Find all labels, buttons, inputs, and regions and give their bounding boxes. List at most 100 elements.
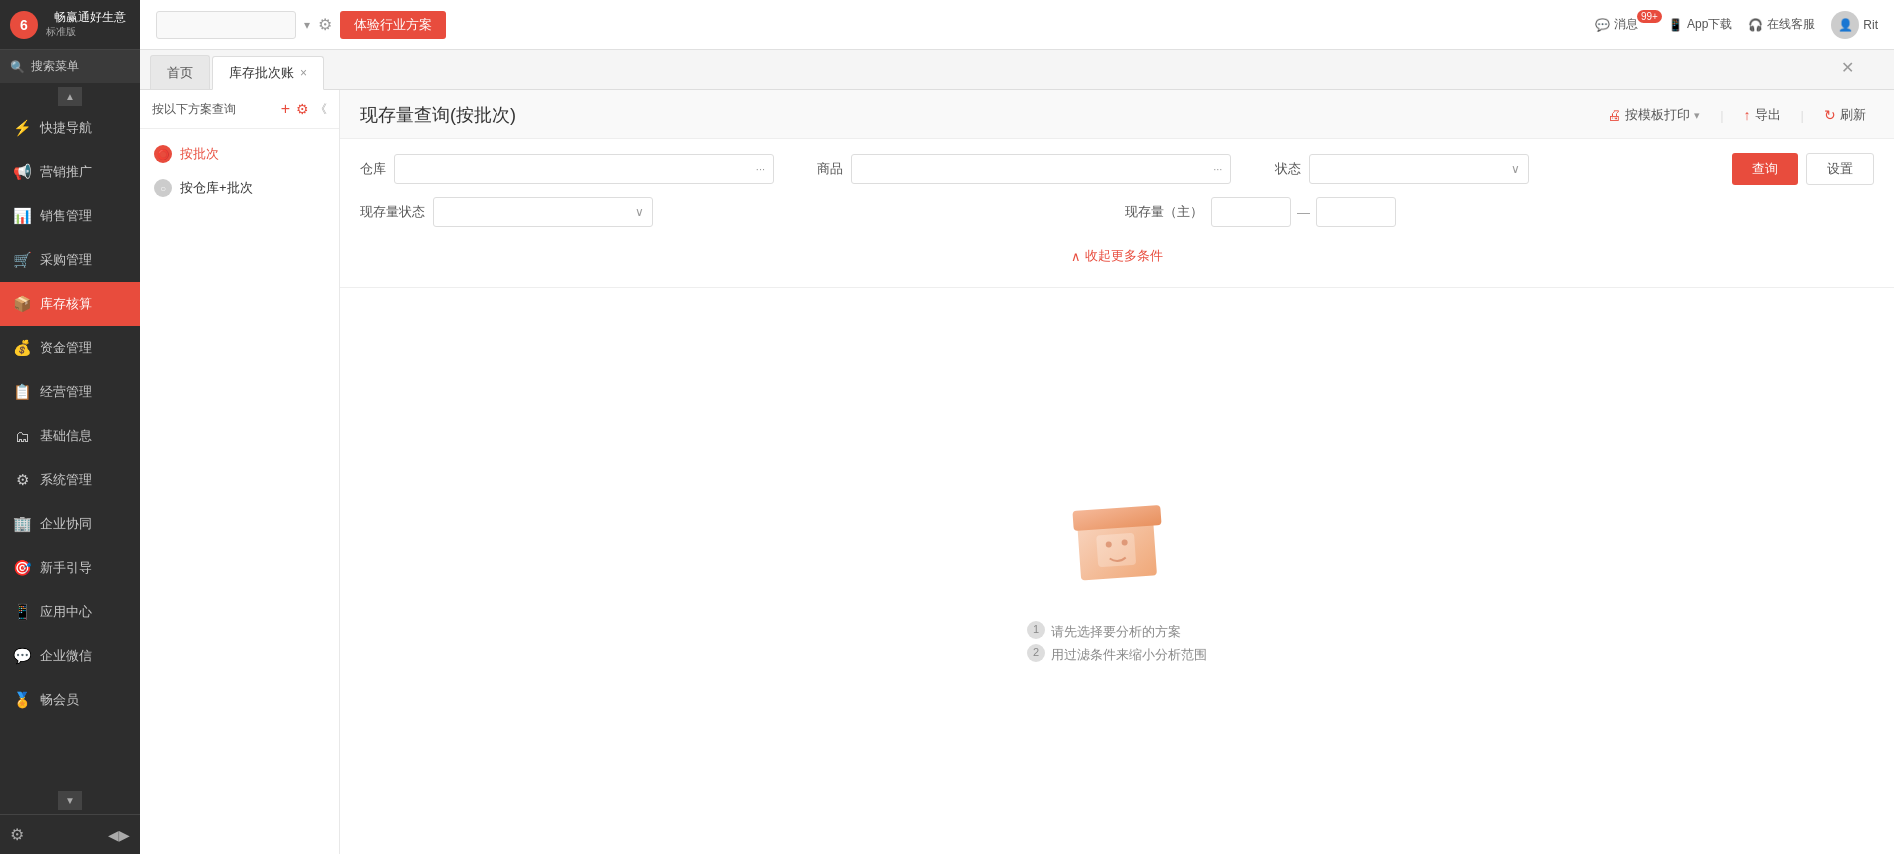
header-divider1: |	[1720, 108, 1723, 123]
stock-status-select[interactable]: ∨	[433, 197, 653, 227]
nav-label-finance: 资金管理	[40, 339, 92, 357]
messages-label: 消息	[1614, 16, 1638, 33]
warehouse-input[interactable]: ···	[394, 154, 774, 184]
sidebar-item-finance[interactable]: 💰 资金管理	[0, 326, 140, 370]
empty-svg	[1057, 476, 1177, 596]
collapse-sidebar-icon[interactable]: ◀▶	[108, 827, 130, 843]
filter-row-2: 现存量状态 ∨ 现存量（主） —	[360, 197, 1874, 227]
goods-more-icon[interactable]: ···	[1213, 163, 1222, 175]
app-logo: 6	[10, 11, 38, 39]
experience-btn[interactable]: 体验行业方案	[340, 11, 446, 39]
collapse-icon: ∧	[1071, 249, 1081, 264]
search-top-input[interactable]	[156, 11, 296, 39]
sidebar-item-sales[interactable]: 📊 销售管理	[0, 194, 140, 238]
scheme-panel-header: 按以下方案查询 + ⚙ 《	[140, 90, 339, 129]
top-bar-right: 💬 消息 99+ 📱 App下载 🎧 在线客服 👤 Rit	[1595, 11, 1878, 39]
top-bar-gear-icon[interactable]: ⚙	[318, 15, 332, 34]
empty-tips: 1 请先选择要分析的方案 2 用过滤条件来缩小分析范围	[1027, 620, 1207, 667]
nav-icon-wechat: 💬	[12, 646, 32, 666]
sidebar-item-app-center[interactable]: 📱 应用中心	[0, 590, 140, 634]
scheme-add-btn[interactable]: +	[281, 100, 290, 118]
collapse-label: 收起更多条件	[1085, 247, 1163, 265]
export-label: 导出	[1755, 106, 1781, 124]
sidebar-item-member[interactable]: 🏅 畅会员	[0, 678, 140, 722]
nav-icon-inventory: 📦	[12, 294, 32, 314]
tip-text-1: 请先选择要分析的方案	[1051, 620, 1181, 643]
nav-label-basic: 基础信息	[40, 427, 92, 445]
user-avatar-icon: 👤	[1838, 18, 1853, 32]
sidebar-scroll-down[interactable]: ▼	[58, 791, 82, 810]
print-chevron-icon[interactable]: ▾	[1694, 109, 1700, 122]
nav-icon-marketing: 📢	[12, 162, 32, 182]
tab-panel-close-btn[interactable]: ✕	[1841, 58, 1854, 77]
settings-icon[interactable]: ⚙	[10, 825, 24, 844]
nav-label-quick-nav: 快捷导航	[40, 119, 92, 137]
tab-inventory-batch[interactable]: 库存批次账 ×	[212, 56, 324, 90]
sidebar-item-guide[interactable]: 🎯 新手引导	[0, 546, 140, 590]
app-download-label: App下载	[1687, 16, 1732, 33]
nav-icon-purchase: 🛒	[12, 250, 32, 270]
goods-label: 商品	[817, 160, 843, 178]
sidebar-item-basic[interactable]: 🗂 基础信息	[0, 414, 140, 458]
messages-badge: 99+	[1637, 10, 1662, 23]
scheme-icon-by-warehouse-batch: ○	[154, 179, 172, 197]
tab-close-inventory-batch[interactable]: ×	[300, 66, 307, 80]
sidebar-search[interactable]: 🔍 搜索菜单	[0, 50, 140, 83]
refresh-btn[interactable]: ↻ 刷新	[1816, 102, 1874, 128]
status-chevron-icon: ∨	[1511, 162, 1520, 176]
online-service-action[interactable]: 🎧 在线客服	[1748, 16, 1815, 33]
sidebar-item-quick-nav[interactable]: ⚡ 快捷导航	[0, 106, 140, 150]
tab-home[interactable]: 首页	[150, 55, 210, 89]
sidebar-item-inventory[interactable]: 📦 库存核算	[0, 282, 140, 326]
user-profile[interactable]: 👤 Rit	[1831, 11, 1878, 39]
nav-label-sales: 销售管理	[40, 207, 92, 225]
stock-qty-max[interactable]	[1316, 197, 1396, 227]
scheme-item-by-warehouse-batch[interactable]: ○ 按仓库+批次	[140, 171, 339, 205]
filter-collapse-btn[interactable]: ∧ 收起更多条件	[360, 239, 1874, 273]
goods-input[interactable]: ···	[851, 154, 1231, 184]
stock-qty-min[interactable]	[1211, 197, 1291, 227]
nav-label-enterprise: 企业协同	[40, 515, 92, 533]
sidebar-item-wechat[interactable]: 💬 企业微信	[0, 634, 140, 678]
sidebar-item-purchase[interactable]: 🛒 采购管理	[0, 238, 140, 282]
online-service-label: 在线客服	[1767, 16, 1815, 33]
stock-qty-label: 现存量（主）	[1125, 203, 1203, 221]
top-bar-chevron-icon[interactable]: ▾	[304, 18, 310, 32]
warehouse-filter: 仓库 ···	[360, 154, 801, 184]
sidebar-footer: ⚙ ◀▶	[0, 814, 140, 854]
tab-label-inventory-batch: 库存批次账	[229, 64, 294, 82]
app-download-action[interactable]: 📱 App下载	[1668, 16, 1732, 33]
stock-qty-dash: —	[1297, 205, 1310, 220]
nav-label-marketing: 营销推广	[40, 163, 92, 181]
tip-text-2: 用过滤条件来缩小分析范围	[1051, 643, 1207, 666]
nav-label-purchase: 采购管理	[40, 251, 92, 269]
warehouse-more-icon[interactable]: ···	[756, 163, 765, 175]
status-select[interactable]: ∨	[1309, 154, 1529, 184]
sidebar-item-marketing[interactable]: 📢 营销推广	[0, 150, 140, 194]
empty-illustration	[1057, 476, 1177, 596]
sidebar-scroll-up[interactable]: ▲	[58, 87, 82, 106]
user-avatar: 👤	[1831, 11, 1859, 39]
sidebar-item-enterprise[interactable]: 🏢 企业协同	[0, 502, 140, 546]
page-header-actions: 🖨 按模板打印 ▾ | ↑ 导出 | ↻ 刷新	[1599, 102, 1874, 128]
query-btn[interactable]: 查询	[1732, 153, 1798, 185]
top-bar: ▾ ⚙ 体验行业方案 💬 消息 99+ 📱 App下载 🎧 在线客服	[140, 0, 1894, 50]
scheme-collapse-btn[interactable]: 《	[315, 101, 327, 118]
sidebar-item-operation[interactable]: 📋 经营管理	[0, 370, 140, 414]
refresh-icon: ↻	[1824, 107, 1836, 123]
right-content: 现存量查询(按批次) 🖨 按模板打印 ▾ | ↑ 导出 |	[340, 90, 1894, 854]
nav-icon-sales: 📊	[12, 206, 32, 226]
scheme-item-by-batch[interactable]: ⭕ 按批次	[140, 137, 339, 171]
messages-action[interactable]: 💬 消息 99+	[1595, 16, 1652, 33]
set-btn[interactable]: 设置	[1806, 153, 1874, 185]
print-label: 按模板打印	[1625, 106, 1690, 124]
scheme-settings-btn[interactable]: ⚙	[296, 101, 309, 117]
nav-icon-guide: 🎯	[12, 558, 32, 578]
sidebar-nav: ⚡ 快捷导航 📢 营销推广 📊 销售管理 🛒 采购管理 📦 库存核算 💰 资金管…	[0, 106, 140, 791]
export-btn[interactable]: ↑ 导出	[1736, 102, 1789, 128]
search-label: 搜索菜单	[31, 58, 79, 75]
scheme-label-by-warehouse-batch: 按仓库+批次	[180, 179, 253, 197]
print-btn[interactable]: 🖨 按模板打印 ▾	[1599, 102, 1708, 128]
sidebar-item-system[interactable]: ⚙ 系统管理	[0, 458, 140, 502]
page-title: 现存量查询(按批次)	[360, 103, 516, 127]
